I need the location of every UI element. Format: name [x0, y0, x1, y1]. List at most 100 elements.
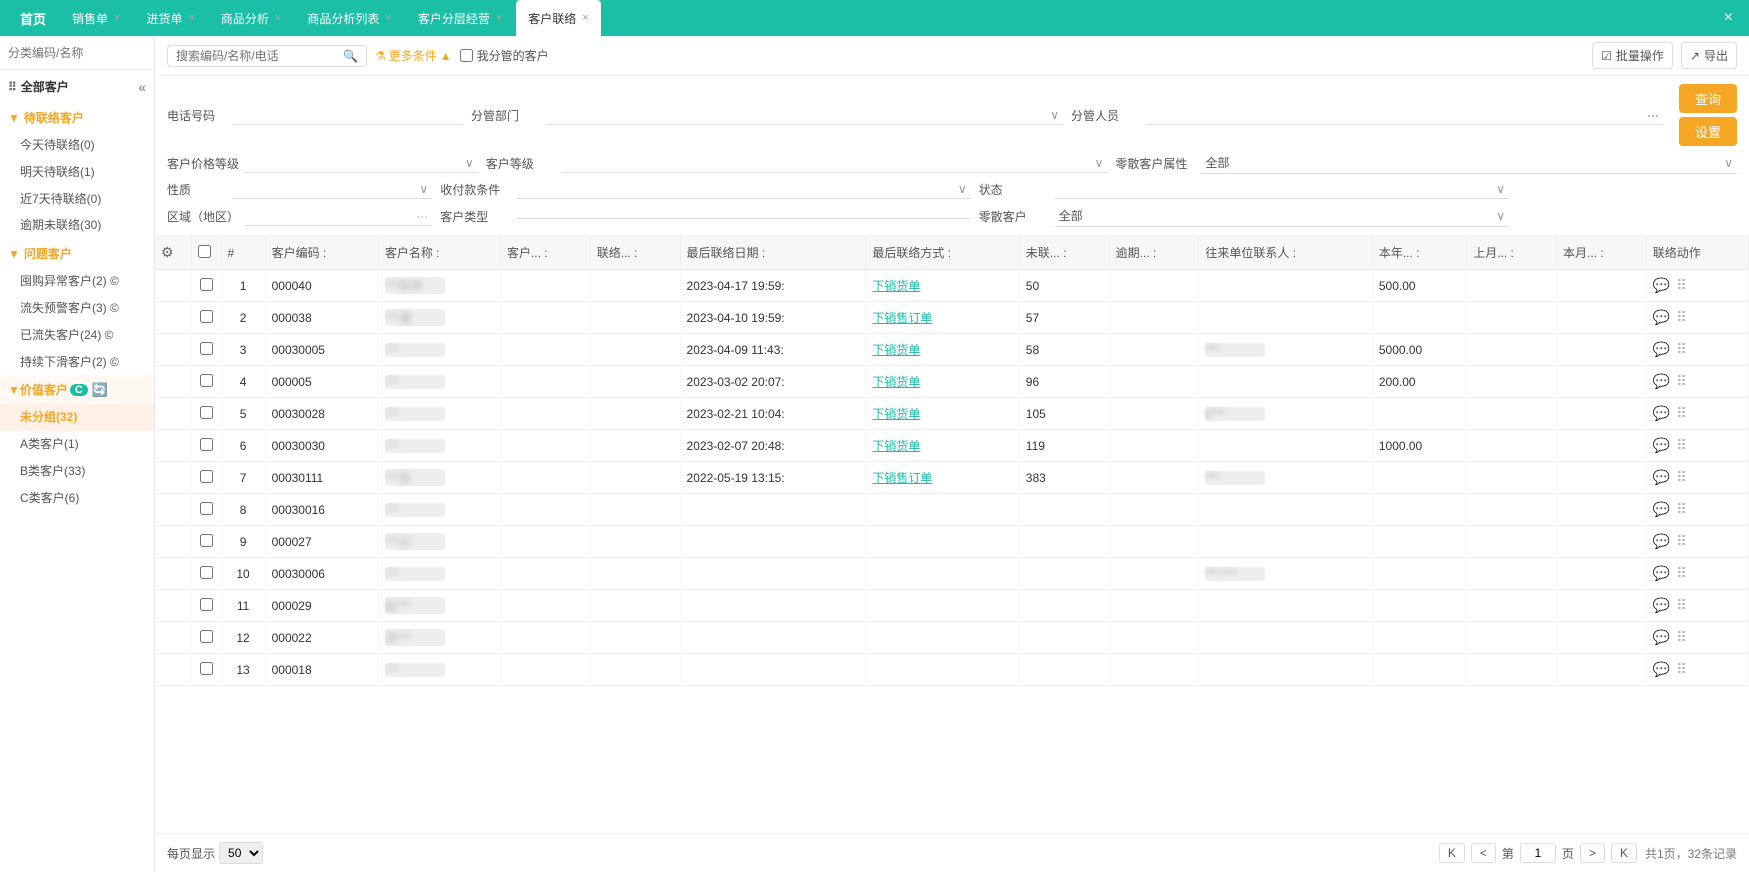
- row-last-method[interactable]: 下销售订单: [866, 302, 1019, 334]
- row-checkbox[interactable]: [191, 270, 221, 302]
- customer-type-select[interactable]: [516, 214, 970, 219]
- row-action-icons[interactable]: 💬 ⠿: [1646, 302, 1748, 334]
- window-close-button[interactable]: ×: [1716, 9, 1741, 27]
- row-action-icons[interactable]: 💬 ⠿: [1646, 622, 1748, 654]
- phone-input[interactable]: [233, 106, 463, 125]
- col-name[interactable]: 客户名称 :: [378, 236, 500, 270]
- next-page-btn[interactable]: >: [1580, 843, 1605, 863]
- row-action-icons[interactable]: 💬 ⠿: [1646, 526, 1748, 558]
- tab-customer-contact-close[interactable]: ×: [582, 12, 588, 24]
- col-overdue[interactable]: 逾期... :: [1109, 236, 1199, 270]
- first-page-btn[interactable]: K: [1439, 843, 1465, 863]
- row-checkbox[interactable]: [191, 526, 221, 558]
- grid-action-icon[interactable]: ⠿: [1676, 629, 1686, 646]
- col-this-month[interactable]: 本月... :: [1556, 236, 1646, 270]
- row-last-method[interactable]: [866, 526, 1019, 558]
- main-search-input[interactable]: [176, 49, 343, 63]
- query-button[interactable]: 查询: [1679, 84, 1737, 113]
- row-last-method[interactable]: 下销售订单: [866, 462, 1019, 494]
- row-checkbox[interactable]: [191, 366, 221, 398]
- grid-action-icon[interactable]: ⠿: [1676, 405, 1686, 422]
- sidebar-item-churned[interactable]: 已流失客户(24) ©: [0, 322, 154, 349]
- chat-icon[interactable]: 💬: [1653, 661, 1670, 678]
- row-action-icons[interactable]: 💬 ⠿: [1646, 462, 1748, 494]
- chat-icon[interactable]: 💬: [1653, 565, 1670, 582]
- grid-action-icon[interactable]: ⠿: [1676, 309, 1686, 326]
- settings-col-header[interactable]: ⚙: [155, 236, 191, 270]
- sidebar-search-input[interactable]: [8, 46, 155, 60]
- sidebar-item-churn-warning[interactable]: 流失预警客户(3) ©: [0, 295, 154, 322]
- tab-product-analysis-list-close[interactable]: ×: [385, 12, 391, 24]
- retail-attr-select[interactable]: 全部 ∨: [1201, 152, 1737, 174]
- row-checkbox[interactable]: [191, 590, 221, 622]
- sidebar-item-class-a[interactable]: A类客户(1): [0, 431, 154, 458]
- tab-customer-segment[interactable]: 客户分层经营 ×: [406, 0, 514, 36]
- sidebar-collapse-btn[interactable]: «: [138, 79, 146, 95]
- tab-customer-segment-close[interactable]: ×: [496, 12, 502, 24]
- search-icon[interactable]: 🔍: [343, 49, 358, 63]
- row-last-method[interactable]: [866, 494, 1019, 526]
- sidebar-item-class-c[interactable]: C类客户(6): [0, 485, 154, 512]
- row-checkbox[interactable]: [191, 654, 221, 686]
- row-last-method[interactable]: [866, 654, 1019, 686]
- tab-product-analysis-list[interactable]: 商品分析列表 ×: [295, 0, 403, 36]
- sidebar-all-customers[interactable]: ⠿ 全部客户 «: [0, 70, 154, 103]
- grid-action-icon[interactable]: ⠿: [1676, 597, 1686, 614]
- grid-action-icon[interactable]: ⠿: [1676, 565, 1686, 582]
- row-action-icons[interactable]: 💬 ⠿: [1646, 366, 1748, 398]
- chat-icon[interactable]: 💬: [1653, 597, 1670, 614]
- col-contact-person[interactable]: 往来单位联系人 :: [1199, 236, 1372, 270]
- my-customers-check[interactable]: [460, 49, 473, 62]
- grid-action-icon[interactable]: ⠿: [1676, 661, 1686, 678]
- page-size-selector[interactable]: 每页显示 50: [167, 842, 263, 864]
- sidebar-item-overdue[interactable]: 逾期未联络(30): [0, 212, 154, 239]
- row-last-method[interactable]: [866, 590, 1019, 622]
- row-checkbox[interactable]: [191, 334, 221, 366]
- search-box[interactable]: 🔍: [167, 45, 367, 67]
- tab-purchase-close[interactable]: ×: [188, 12, 194, 24]
- grid-action-icon[interactable]: ⠿: [1676, 469, 1686, 486]
- row-action-icons[interactable]: 💬 ⠿: [1646, 270, 1748, 302]
- row-last-method[interactable]: 下销货单: [866, 334, 1019, 366]
- manager-select[interactable]: ···: [1147, 106, 1663, 125]
- tab-purchase[interactable]: 进货单 ×: [134, 0, 206, 36]
- sidebar-problem-customers-group[interactable]: ▼ 问题客户: [0, 239, 154, 268]
- export-btn[interactable]: ↗ 导出: [1681, 42, 1737, 69]
- sidebar-pending-contact-group[interactable]: ▼ 待联络客户: [0, 103, 154, 132]
- row-last-method[interactable]: 下销货单: [866, 398, 1019, 430]
- chat-icon[interactable]: 💬: [1653, 277, 1670, 294]
- dots-icon[interactable]: ···: [416, 209, 428, 223]
- row-last-method[interactable]: 下销货单: [866, 366, 1019, 398]
- row-checkbox[interactable]: [191, 398, 221, 430]
- page-number-input[interactable]: [1520, 843, 1556, 863]
- row-checkbox[interactable]: [191, 430, 221, 462]
- region-select[interactable]: ···: [245, 207, 432, 226]
- row-checkbox[interactable]: [191, 494, 221, 526]
- col-last-method[interactable]: 最后联络方式 :: [866, 236, 1019, 270]
- select-all-checkbox[interactable]: [198, 245, 211, 258]
- sidebar-item-tomorrow[interactable]: 明天待联络(1): [0, 159, 154, 186]
- col-last-date[interactable]: 最后联络日期 :: [680, 236, 866, 270]
- dept-select[interactable]: ∨: [547, 106, 1063, 125]
- payment-select[interactable]: ∨: [516, 180, 970, 199]
- chat-icon[interactable]: 💬: [1653, 437, 1670, 454]
- grid-action-icon[interactable]: ⠿: [1676, 373, 1686, 390]
- row-last-method[interactable]: 下销货单: [866, 430, 1019, 462]
- col-this-year[interactable]: 本年... :: [1372, 236, 1466, 270]
- page-size-select[interactable]: 50: [219, 842, 263, 864]
- row-action-icons[interactable]: 💬 ⠿: [1646, 334, 1748, 366]
- sidebar-item-no-group[interactable]: 未分组(32): [0, 404, 154, 431]
- chat-icon[interactable]: 💬: [1653, 533, 1670, 550]
- grid-action-icon[interactable]: ⠿: [1676, 437, 1686, 454]
- sidebar-item-7days[interactable]: 近7天待联络(0): [0, 186, 154, 213]
- chat-icon[interactable]: 💬: [1653, 501, 1670, 518]
- row-action-icons[interactable]: 💬 ⠿: [1646, 558, 1748, 590]
- gear-icon[interactable]: ⚙: [161, 244, 174, 260]
- row-checkbox[interactable]: [191, 462, 221, 494]
- more-conditions-btn[interactable]: ⚗ 更多条件 ▲: [375, 47, 452, 64]
- chat-icon[interactable]: 💬: [1653, 373, 1670, 390]
- tab-product-analysis[interactable]: 商品分析 ×: [209, 0, 293, 36]
- status-select[interactable]: ∨: [1055, 180, 1509, 199]
- col-code[interactable]: 客户编码 :: [265, 236, 378, 270]
- row-last-method[interactable]: [866, 558, 1019, 590]
